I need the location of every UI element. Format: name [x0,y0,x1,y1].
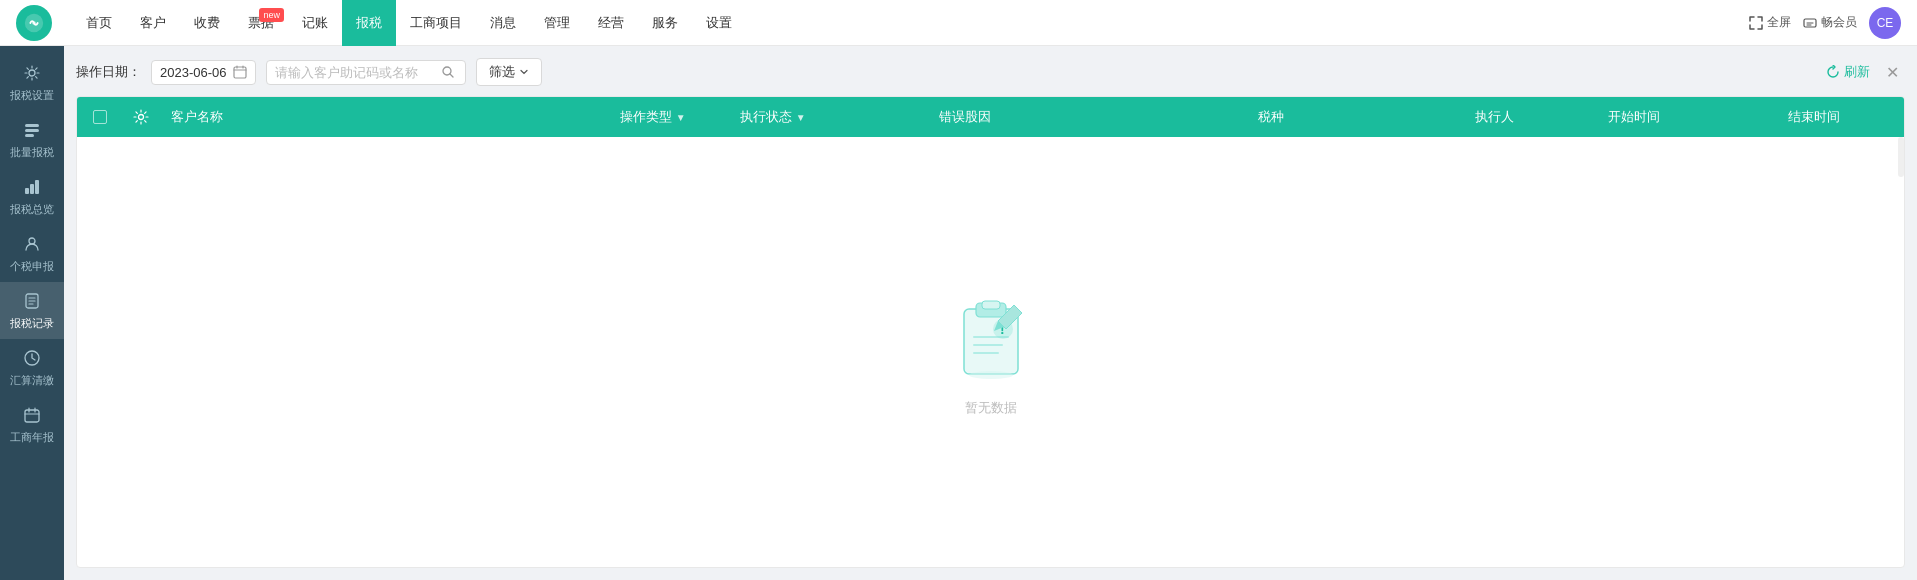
svg-rect-7 [25,188,29,194]
th-error-reason: 错误股因 [833,108,1097,126]
calendar-icon [233,65,247,79]
member-label: 畅会员 [1821,14,1857,31]
search-input-wrap [266,60,466,85]
th-start-time: 开始时间 [1544,108,1724,126]
svg-point-16 [139,115,144,120]
sidebar-item-settlement[interactable]: 汇算清缴 [0,339,64,396]
batch-icon [21,119,43,141]
sidebar-item-annual-report[interactable]: 工商年报 [0,396,64,453]
date-value: 2023-06-06 [160,65,227,80]
sidebar-label-batch-tax: 批量报税 [10,145,54,160]
nav-item-bookkeeping[interactable]: 记账 [288,0,342,46]
svg-rect-14 [234,67,246,78]
search-input[interactable] [275,65,435,80]
nav-item-finance[interactable]: 经营 [584,0,638,46]
overview-icon [21,176,43,198]
toolbar: 操作日期： 2023-06-06 筛选 [76,58,1905,86]
svg-point-10 [29,238,35,244]
th-tax-type: 税种 [1097,108,1444,126]
member-icon [1803,16,1817,30]
sidebar-item-batch-tax[interactable]: 批量报税 [0,111,64,168]
date-picker[interactable]: 2023-06-06 [151,60,256,85]
table-header: 客户名称 操作类型 ▼ 执行状态 ▼ 错误股因 税种 执行人 [77,97,1904,137]
search-icon [441,65,455,79]
close-button[interactable]: ✕ [1880,61,1905,84]
sort-exec-status-icon: ▼ [796,112,806,123]
th-client-name: 客户名称 [159,108,593,126]
svg-point-1 [32,21,36,25]
nav-item-service[interactable]: 服务 [638,0,692,46]
sidebar-item-tax-records[interactable]: 报税记录 [0,282,64,339]
table-body: ! 暂无数据 [77,137,1904,567]
date-label: 操作日期： [76,63,141,81]
nav-item-client[interactable]: 客户 [126,0,180,46]
refresh-button[interactable]: 刷新 [1826,63,1870,81]
settings-icon [21,62,43,84]
filter-label: 筛选 [489,63,515,81]
sidebar-label-annual-report: 工商年报 [10,430,54,445]
fullscreen-icon [1749,16,1763,30]
svg-point-25 [969,371,1013,379]
column-settings-icon [133,109,149,125]
sidebar: 报税设置批量报税报税总览个税申报报税记录汇算清缴工商年报 [0,46,64,580]
svg-rect-19 [982,301,1000,309]
chevron-down-icon [519,67,529,77]
content-area: 操作日期： 2023-06-06 筛选 [64,46,1917,580]
sidebar-item-tax-settings[interactable]: 报税设置 [0,54,64,111]
top-nav: 首页客户收费票据new记账报税工商项目消息管理经营服务设置 全屏 畅会员 CE [0,0,1917,46]
empty-illustration: ! [946,287,1036,387]
th-op-type[interactable]: 操作类型 ▼ [593,108,713,126]
nav-item-home[interactable]: 首页 [72,0,126,46]
nav-items: 首页客户收费票据new记账报税工商项目消息管理经营服务设置 [72,0,1749,46]
nav-item-business[interactable]: 工商项目 [396,0,476,46]
nav-item-manage[interactable]: 管理 [530,0,584,46]
empty-text: 暂无数据 [965,399,1017,417]
header-checkbox-cell[interactable] [77,110,123,124]
sidebar-item-tax-overview[interactable]: 报税总览 [0,168,64,225]
svg-rect-9 [35,180,39,194]
nav-item-settings[interactable]: 设置 [692,0,746,46]
fullscreen-label: 全屏 [1767,14,1791,31]
fullscreen-button[interactable]: 全屏 [1749,14,1791,31]
user-initials: CE [1877,16,1894,30]
nav-item-tax[interactable]: 报税 [342,0,396,46]
sort-op-type-icon: ▼ [676,112,686,123]
sidebar-label-settlement: 汇算清缴 [10,373,54,388]
settlement-icon [21,347,43,369]
nav-badge-invoice: new [259,8,284,22]
sidebar-label-personal-tax: 个税申报 [10,259,54,274]
data-table: 客户名称 操作类型 ▼ 执行状态 ▼ 错误股因 税种 执行人 [76,96,1905,568]
records-icon [21,290,43,312]
app-logo[interactable] [16,5,52,41]
user-avatar[interactable]: CE [1869,7,1901,39]
svg-rect-8 [30,184,34,194]
nav-item-billing[interactable]: 收费 [180,0,234,46]
personal-icon [21,233,43,255]
svg-rect-13 [25,410,39,422]
sidebar-label-tax-settings: 报税设置 [10,88,54,103]
filter-button[interactable]: 筛选 [476,58,542,86]
main-layout: 报税设置批量报税报税总览个税申报报税记录汇算清缴工商年报 操作日期： 2023-… [0,46,1917,580]
svg-rect-4 [25,124,39,127]
scrollbar-thumb[interactable] [1898,137,1904,177]
th-executor: 执行人 [1444,108,1544,126]
annual-icon [21,404,43,426]
header-checkbox[interactable] [93,110,107,124]
nav-item-invoice[interactable]: 票据new [234,0,288,46]
th-exec-status[interactable]: 执行状态 ▼ [713,108,833,126]
sidebar-label-tax-overview: 报税总览 [10,202,54,217]
th-end-time: 结束时间 [1724,108,1904,126]
svg-rect-6 [25,134,34,137]
refresh-label: 刷新 [1844,63,1870,81]
svg-point-3 [29,70,35,76]
top-nav-right: 全屏 畅会员 CE [1749,7,1901,39]
svg-rect-5 [25,129,39,132]
refresh-icon [1826,65,1840,79]
sidebar-label-tax-records: 报税记录 [10,316,54,331]
sidebar-item-personal-tax[interactable]: 个税申报 [0,225,64,282]
nav-item-message[interactable]: 消息 [476,0,530,46]
member-button[interactable]: 畅会员 [1803,14,1857,31]
header-settings-cell[interactable] [123,109,159,125]
